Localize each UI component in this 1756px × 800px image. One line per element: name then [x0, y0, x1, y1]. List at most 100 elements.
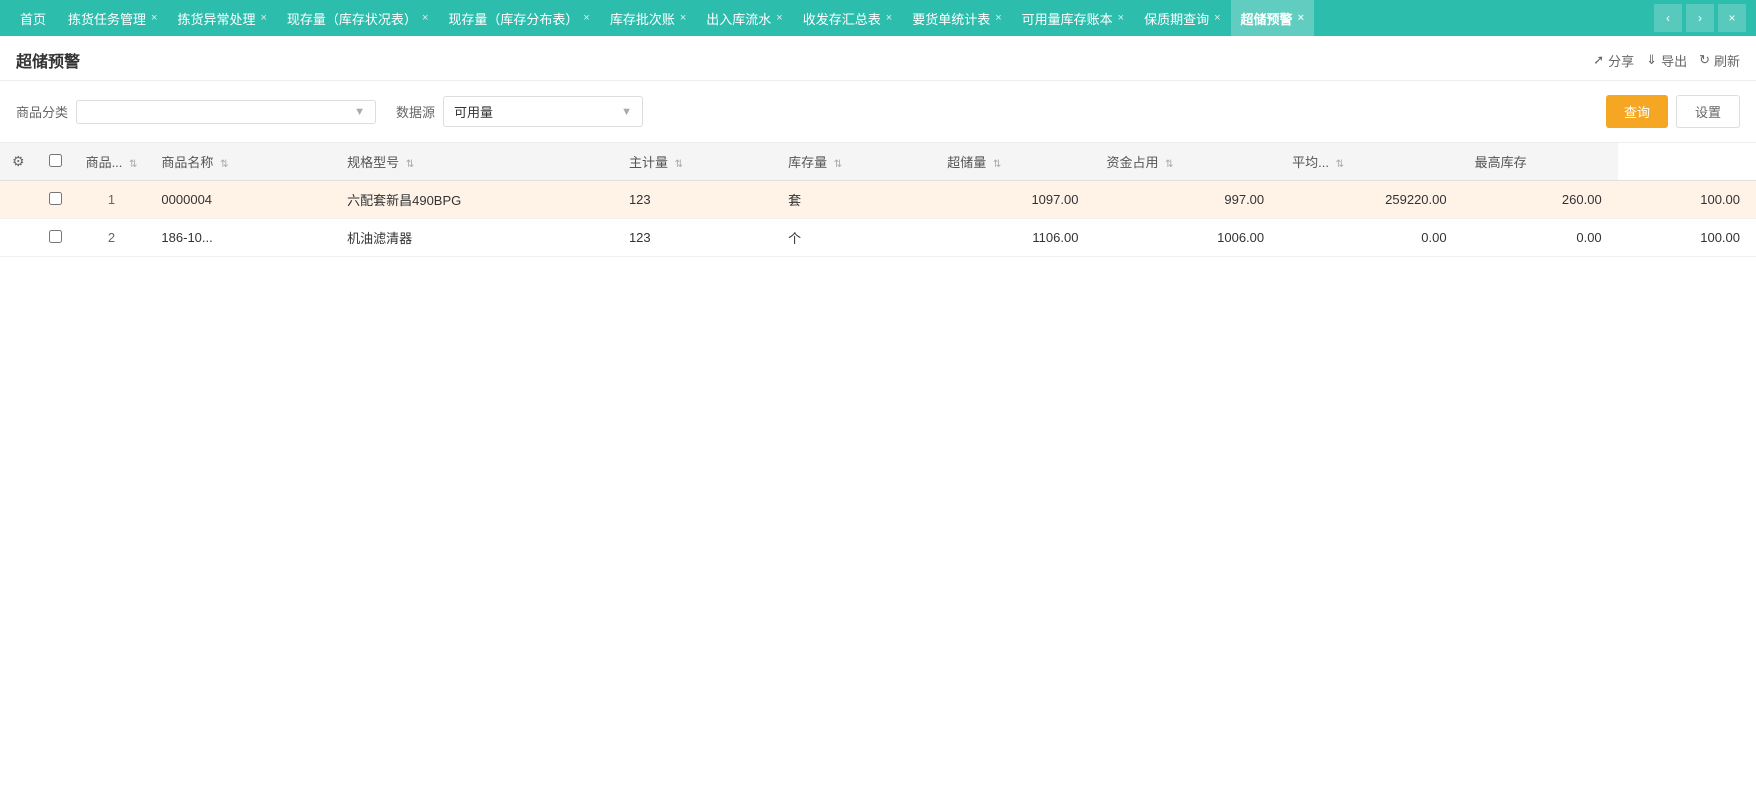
row-num-cell: 1	[74, 181, 150, 219]
th-stock[interactable]: 库存量 ⇅	[776, 143, 935, 181]
sort-icon-over: ⇅	[993, 159, 1001, 170]
query-button[interactable]: 查询	[1606, 95, 1668, 128]
datasource-label: 数据源	[396, 102, 435, 121]
tab-4-close[interactable]: ×	[583, 12, 589, 24]
th-spec[interactable]: 规格型号 ⇅	[335, 143, 617, 181]
sort-icon-capital: ⇅	[1165, 159, 1173, 170]
settings-gear-icon[interactable]: ⚙	[12, 153, 25, 169]
share-button[interactable]: ➚ 分享	[1593, 51, 1634, 70]
tab-9[interactable]: 可用量库存账本 ×	[1012, 0, 1134, 36]
datasource-dropdown-arrow: ▼	[621, 106, 632, 118]
tab-5[interactable]: 库存批次账 ×	[600, 0, 696, 36]
sort-icon-avg: ⇅	[1336, 159, 1344, 170]
filter-buttons: 查询 设置	[1606, 95, 1740, 128]
row-spec: 123	[617, 181, 776, 219]
tab-7-close[interactable]: ×	[886, 12, 892, 24]
row-stock: 1097.00	[935, 181, 1094, 219]
th-unit[interactable]: 主计量 ⇅	[617, 143, 776, 181]
th-maxstock[interactable]: 最高库存	[1463, 143, 1618, 181]
row-over: 997.00	[1094, 181, 1280, 219]
table-body: 1 0000004 六配套新昌490BPG 123 套 1097.00 997.…	[0, 181, 1756, 257]
nav-arrow-close[interactable]: ×	[1718, 4, 1746, 32]
tab-4[interactable]: 现存量（库存分布表） ×	[438, 0, 599, 36]
datasource-value: 可用量	[454, 102, 493, 121]
filter-area: 商品分类 ▼ 数据源 可用量 ▼ 查询 设置	[0, 81, 1756, 143]
row-avg: 0.00	[1463, 219, 1618, 257]
th-avg[interactable]: 平均... ⇅	[1280, 143, 1462, 181]
setting-button[interactable]: 设置	[1676, 95, 1740, 128]
category-select[interactable]: ▼	[76, 100, 376, 124]
sort-icon-name: ⇅	[220, 159, 228, 170]
th-checkbox[interactable]	[37, 143, 74, 181]
tab-9-close[interactable]: ×	[1118, 12, 1124, 24]
row-maxstock: 100.00	[1618, 219, 1756, 257]
tab-7[interactable]: 收发存汇总表 ×	[793, 0, 902, 36]
tab-11[interactable]: 超储预警 ×	[1231, 0, 1314, 36]
refresh-icon: ↻	[1699, 52, 1710, 68]
row-unit: 套	[776, 181, 935, 219]
tab-11-close[interactable]: ×	[1298, 12, 1304, 24]
nav-arrow-right[interactable]: ›	[1686, 4, 1714, 32]
th-name[interactable]: 商品名称 ⇅	[149, 143, 335, 181]
row-spec: 123	[617, 219, 776, 257]
nav-arrow-left[interactable]: ‹	[1654, 4, 1682, 32]
tab-3[interactable]: 现存量（库存状况表） ×	[277, 0, 438, 36]
th-settings[interactable]: ⚙	[0, 143, 37, 181]
header-actions: ➚ 分享 ⇓ 导出 ↻ 刷新	[1593, 51, 1740, 70]
tab-10[interactable]: 保质期查询 ×	[1134, 0, 1230, 36]
tab-10-close[interactable]: ×	[1214, 12, 1220, 24]
nav-arrows: ‹ › ×	[1652, 4, 1748, 32]
row-settings-cell	[0, 219, 37, 257]
row-over: 1006.00	[1094, 219, 1280, 257]
tab-2-close[interactable]: ×	[260, 12, 266, 24]
row-unit: 个	[776, 219, 935, 257]
export-button[interactable]: ⇓ 导出	[1646, 51, 1687, 70]
row-checkbox-1[interactable]	[49, 230, 62, 243]
tab-6[interactable]: 出入库流水 ×	[696, 0, 792, 36]
datasource-select[interactable]: 可用量 ▼	[443, 96, 643, 127]
row-sku: 186-10...	[149, 219, 335, 257]
tab-1-close[interactable]: ×	[151, 12, 157, 24]
table-wrapper: ⚙ 商品... ⇅ 商品名称 ⇅ 规格型号 ⇅ 主计量	[0, 143, 1756, 257]
sort-icon-unit: ⇅	[675, 159, 683, 170]
nav-bar: 首页 拣货任务管理 × 拣货异常处理 × 现存量（库存状况表） × 现存量（库存…	[0, 0, 1756, 36]
row-name: 机油滤清器	[335, 219, 617, 257]
table-header-row: ⚙ 商品... ⇅ 商品名称 ⇅ 规格型号 ⇅ 主计量	[0, 143, 1756, 181]
row-stock: 1106.00	[935, 219, 1094, 257]
table-row: 2 186-10... 机油滤清器 123 个 1106.00 1006.00 …	[0, 219, 1756, 257]
th-capital[interactable]: 资金占用 ⇅	[1094, 143, 1280, 181]
refresh-button[interactable]: ↻ 刷新	[1699, 51, 1740, 70]
th-sku[interactable]: 商品... ⇅	[74, 143, 150, 181]
datasource-filter-group: 数据源 可用量 ▼	[396, 96, 643, 127]
row-maxstock: 100.00	[1618, 181, 1756, 219]
export-icon: ⇓	[1646, 52, 1657, 68]
row-avg: 260.00	[1463, 181, 1618, 219]
category-filter-group: 商品分类 ▼	[16, 100, 376, 124]
page-header: 超储预警 ➚ 分享 ⇓ 导出 ↻ 刷新	[0, 36, 1756, 81]
table-row: 1 0000004 六配套新昌490BPG 123 套 1097.00 997.…	[0, 181, 1756, 219]
th-over[interactable]: 超储量 ⇅	[935, 143, 1094, 181]
row-checkbox-cell[interactable]	[37, 181, 74, 219]
tab-1[interactable]: 拣货任务管理 ×	[58, 0, 167, 36]
select-all-checkbox[interactable]	[49, 154, 62, 167]
row-checkbox-cell[interactable]	[37, 219, 74, 257]
tab-6-close[interactable]: ×	[776, 12, 782, 24]
row-checkbox-0[interactable]	[49, 192, 62, 205]
row-sku: 0000004	[149, 181, 335, 219]
page-title: 超储预警	[16, 48, 80, 72]
category-label: 商品分类	[16, 102, 68, 121]
sort-icon-stock: ⇅	[834, 159, 842, 170]
share-icon: ➚	[1593, 52, 1604, 68]
nav-home[interactable]: 首页	[8, 0, 58, 36]
tab-2[interactable]: 拣货异常处理 ×	[167, 0, 276, 36]
sort-icon-sku: ⇅	[129, 159, 137, 170]
row-settings-cell	[0, 181, 37, 219]
sort-icon-spec: ⇅	[406, 159, 414, 170]
tab-8-close[interactable]: ×	[995, 12, 1001, 24]
tab-5-close[interactable]: ×	[680, 12, 686, 24]
row-capital: 0.00	[1280, 219, 1462, 257]
tab-3-close[interactable]: ×	[422, 12, 428, 24]
row-capital: 259220.00	[1280, 181, 1462, 219]
row-name: 六配套新昌490BPG	[335, 181, 617, 219]
tab-8[interactable]: 要货单统计表 ×	[902, 0, 1011, 36]
